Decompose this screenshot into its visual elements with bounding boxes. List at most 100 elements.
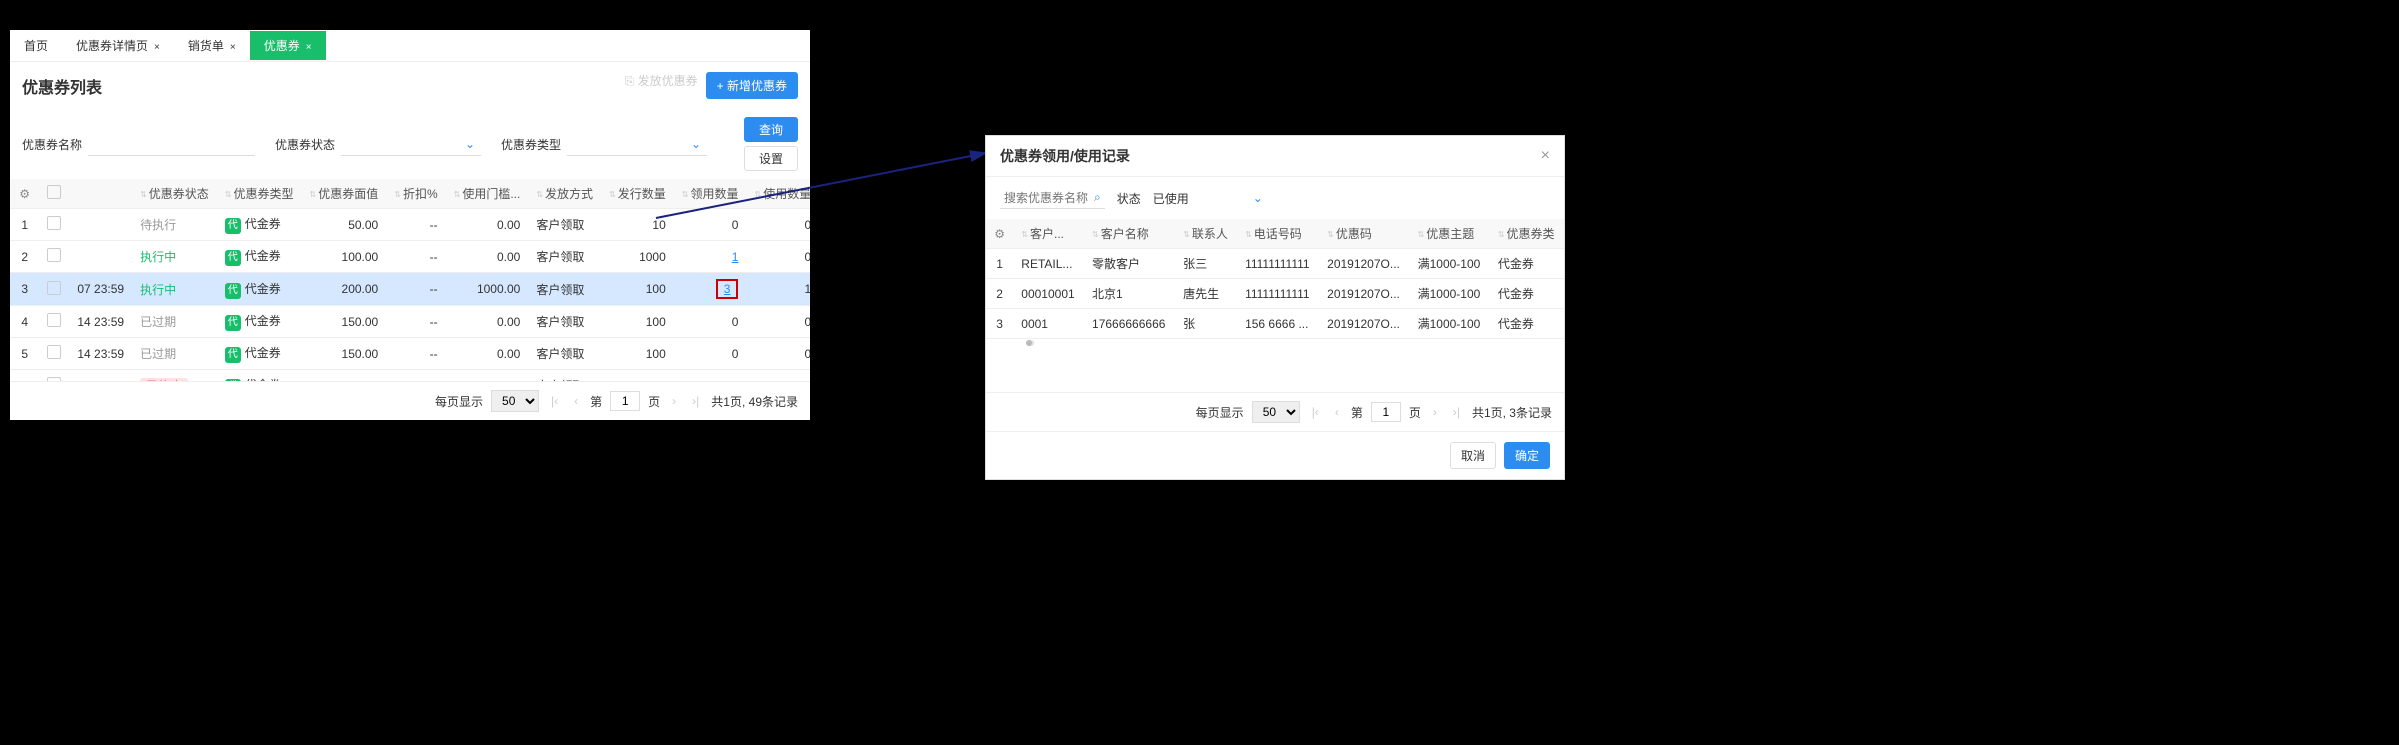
col-cname[interactable]: 客户名称 (1101, 227, 1149, 241)
page-title: 优惠券列表 (22, 74, 102, 98)
tab-home[interactable]: 首页 (10, 31, 62, 60)
tab-label: 销货单 (188, 39, 224, 53)
search-box[interactable]: ⌕ (1000, 187, 1105, 209)
chevron-down-icon: ⌄ (691, 137, 701, 151)
status-value: 已使用 (1153, 190, 1189, 207)
table-row[interactable]: 6 14 23:59 已终止 代代金券 150.00 -- 0.00 客户领取 … (10, 370, 810, 382)
status-badge: 执行中 (140, 283, 176, 297)
coupon-list-panel: 首页 优惠券详情页× 销货单 × 优惠券 × 优惠券列表 ⎘ 发放优惠券 + 新增优… (10, 30, 810, 420)
modal-title: 优惠券领用/使用记录 (1000, 146, 1130, 166)
type-badge-icon: 代 (225, 347, 241, 363)
table-row[interactable]: 3 0001 17666666666 张 156 6666 ... 201912… (986, 309, 1564, 339)
gear-icon[interactable]: ⚙ (19, 187, 30, 201)
last-page-icon[interactable]: ›| (688, 394, 703, 408)
next-page-icon[interactable]: › (668, 394, 680, 408)
col-code[interactable]: 优惠码 (1336, 227, 1372, 241)
search-input[interactable] (1004, 191, 1094, 205)
row-checkbox[interactable] (47, 248, 61, 262)
records-table-wrap: ⚙ ⇅客户... ⇅客户名称 ⇅联系人 ⇅电话号码 ⇅优惠码 ⇅优惠主题 ⇅优惠… (986, 219, 1564, 392)
tab-coupon[interactable]: 优惠券 × (250, 31, 326, 60)
settings-button[interactable]: 设置 (744, 146, 798, 171)
status-badge: 执行中 (140, 250, 176, 264)
tab-label: 优惠券 (264, 39, 300, 53)
col-status[interactable]: 优惠券状态 (149, 187, 209, 201)
table-row[interactable]: 4 14 23:59 已过期 代代金券 150.00 -- 0.00 客户领取 … (10, 306, 810, 338)
prev-page-icon[interactable]: ‹ (570, 394, 582, 408)
table-row[interactable]: 2 执行中 代代金券 100.00 -- 0.00 客户领取 1000 1 0 … (10, 241, 810, 273)
last-page-icon[interactable]: ›| (1449, 405, 1464, 419)
col-method[interactable]: 发放方式 (545, 187, 593, 201)
status-dropdown[interactable]: 已使用 ⌄ (1153, 190, 1263, 207)
col-face[interactable]: 优惠券面值 (318, 187, 378, 201)
horizontal-scrollbar[interactable] (1026, 340, 1034, 346)
prev-page-icon[interactable]: ‹ (1331, 405, 1343, 419)
per-page-label: 每页显示 (1196, 404, 1244, 421)
type-badge-icon: 代 (225, 250, 241, 266)
select-all-checkbox[interactable] (47, 185, 61, 199)
close-icon[interactable]: × (154, 42, 160, 53)
first-page-icon[interactable]: |‹ (547, 394, 562, 408)
confirm-button[interactable]: 确定 (1504, 442, 1550, 469)
type-dropdown[interactable]: ⌄ (567, 133, 707, 156)
modal-header: 优惠券领用/使用记录 × (986, 136, 1564, 177)
first-page-icon[interactable]: |‹ (1308, 405, 1323, 419)
col-cust[interactable]: 客户... (1030, 227, 1064, 241)
table-row[interactable]: 1 RETAIL... 零散客户 张三 11111111111 20191207… (986, 249, 1564, 279)
row-checkbox[interactable] (47, 313, 61, 327)
chevron-down-icon: ⌄ (1253, 191, 1263, 205)
coupon-name-input[interactable] (88, 133, 255, 156)
close-icon[interactable]: × (306, 42, 312, 53)
col-ctype[interactable]: 优惠券类 (1507, 227, 1555, 241)
row-checkbox[interactable] (47, 345, 61, 359)
issue-coupon-button[interactable]: ⎘ 发放优惠券 (625, 72, 698, 99)
type-badge-icon: 代 (225, 218, 241, 234)
type-badge-icon: 代 (225, 283, 241, 299)
filter-label: 优惠券名称 (22, 136, 82, 153)
col-subject[interactable]: 优惠主题 (1426, 227, 1474, 241)
pagination: 每页显示 50 |‹ ‹ 第 页 › ›| 共1页, 49条记录 (10, 381, 810, 420)
search-icon[interactable]: ⌕ (1094, 190, 1101, 205)
page-pre: 第 (590, 393, 602, 410)
close-icon[interactable]: × (1541, 147, 1550, 165)
col-contact[interactable]: 联系人 (1192, 227, 1228, 241)
query-button[interactable]: 查询 (744, 117, 798, 142)
modal-pagination: 每页显示 50 |‹ ‹ 第 页 › ›| 共1页, 3条记录 (986, 392, 1564, 431)
claimed-highlight[interactable]: 3 (716, 279, 739, 299)
col-threshold[interactable]: 使用门槛... (462, 187, 520, 201)
tab-sales-order[interactable]: 销货单 × (174, 31, 250, 60)
usage-records-modal: 优惠券领用/使用记录 × ⌕ 状态 已使用 ⌄ ⚙ ⇅客户... ⇅客户名称 ⇅… (985, 135, 1565, 480)
page-pre: 第 (1351, 404, 1363, 421)
claimed-link[interactable]: 1 (732, 250, 739, 264)
col-phone[interactable]: 电话号码 (1254, 227, 1302, 241)
page-size-select[interactable]: 50 (1252, 401, 1300, 423)
header-actions: ⎘ 发放优惠券 + 新增优惠券 (625, 72, 798, 99)
status-dropdown[interactable]: ⌄ (341, 133, 481, 156)
table-row[interactable]: 5 14 23:59 已过期 代代金券 150.00 -- 0.00 客户领取 … (10, 338, 810, 370)
col-discount[interactable]: 折扣% (403, 187, 438, 201)
filter-name: 优惠券名称 (22, 133, 255, 156)
col-type[interactable]: 优惠券类型 (234, 187, 294, 201)
table-row[interactable]: 2 00010001 北京1 唐先生 11111111111 20191207O… (986, 279, 1564, 309)
row-checkbox[interactable] (47, 216, 61, 230)
modal-footer: 取消 确定 (986, 431, 1564, 479)
coupon-table: ⚙ ⇅优惠券状态 ⇅优惠券类型 ⇅优惠券面值 ⇅折扣% ⇅使用门槛... ⇅发放… (10, 179, 810, 381)
page-input[interactable] (610, 391, 640, 411)
page-input[interactable] (1371, 402, 1401, 422)
table-row[interactable]: 3 07 23:59 执行中 代代金券 200.00 -- 1000.00 客户… (10, 273, 810, 306)
page-size-select[interactable]: 50 (491, 390, 539, 412)
close-icon[interactable]: × (230, 42, 236, 53)
filter-status: 优惠券状态 ⌄ (275, 133, 481, 156)
table-row[interactable]: 1 待执行 代代金券 50.00 -- 0.00 客户领取 10 0 0 ⎋ ⊞ (10, 209, 810, 241)
status-badge: 待执行 (140, 218, 176, 232)
cancel-button[interactable]: 取消 (1450, 442, 1496, 469)
row-checkbox[interactable] (47, 281, 61, 295)
next-page-icon[interactable]: › (1429, 405, 1441, 419)
tab-coupon-detail[interactable]: 优惠券详情页× (62, 31, 174, 60)
gear-icon[interactable]: ⚙ (994, 227, 1005, 241)
col-issued[interactable]: 发行数量 (618, 187, 666, 201)
page-header: 优惠券列表 ⎘ 发放优惠券 + 新增优惠券 (10, 62, 810, 109)
add-coupon-button[interactable]: + 新增优惠券 (706, 72, 798, 99)
col-claimed[interactable]: 领用数量 (690, 187, 738, 201)
col-used[interactable]: 使用数量 (763, 187, 810, 201)
type-badge-icon: 代 (225, 315, 241, 331)
